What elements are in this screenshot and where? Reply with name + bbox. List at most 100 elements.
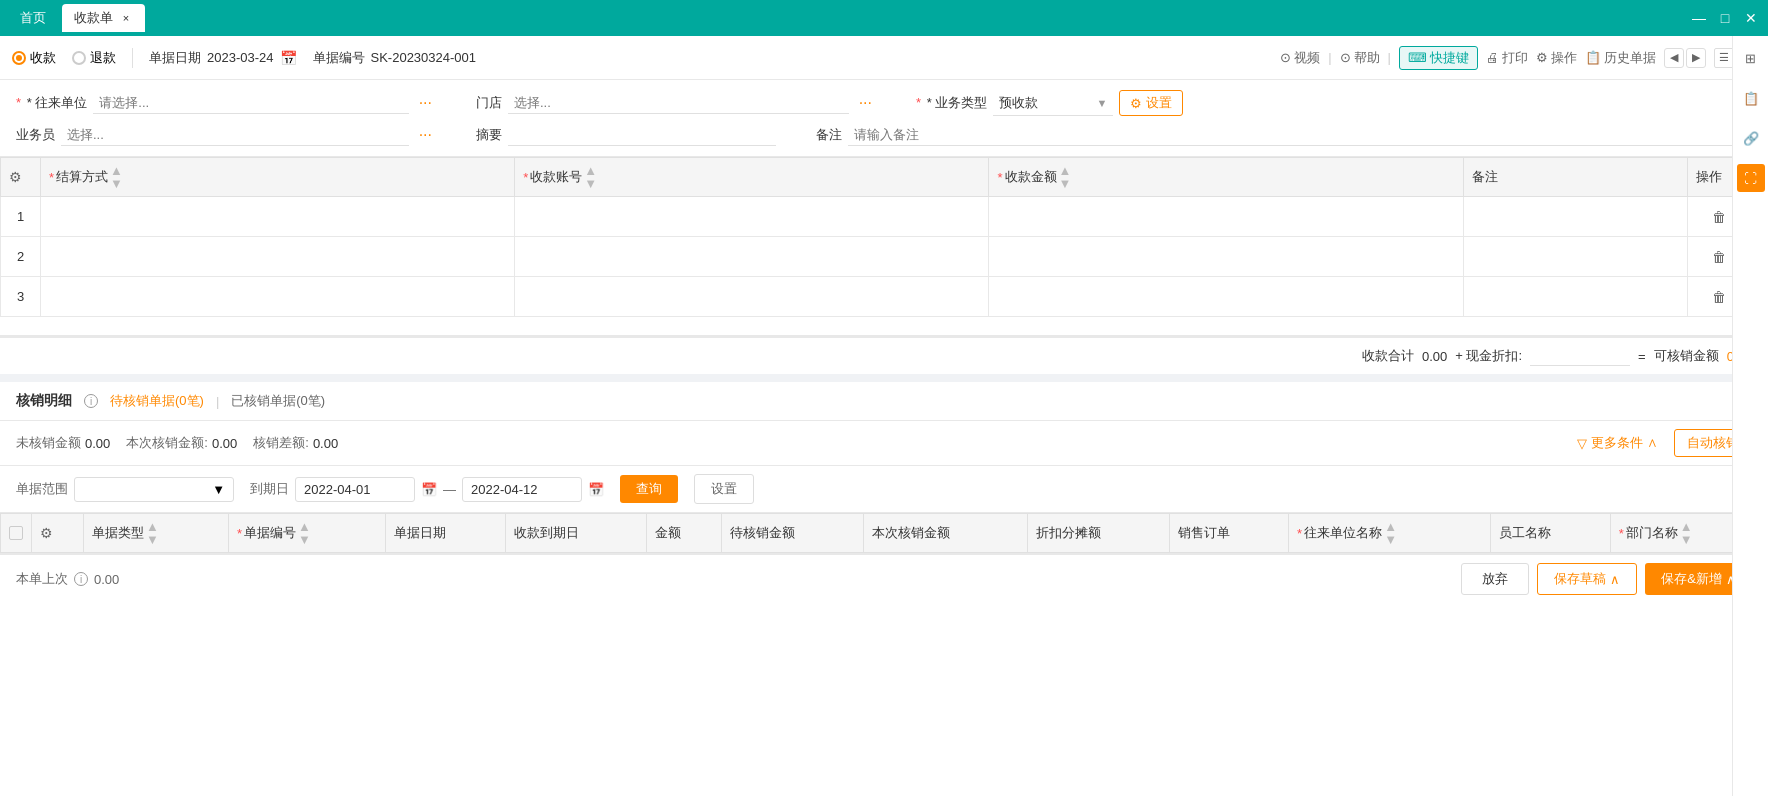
calendar-from-icon[interactable]: 📅 — [421, 482, 437, 497]
filter-icon: ▽ — [1577, 436, 1587, 451]
minimize-button[interactable]: — — [1690, 9, 1708, 27]
table-settings-icon[interactable]: ⚙ — [9, 169, 22, 185]
hexiao-info-icon[interactable]: i — [84, 394, 98, 408]
th-amount: * 收款金额 ▲▼ — [989, 158, 1463, 197]
done-tab-link[interactable]: 已核销单据(0笔) — [231, 392, 325, 410]
row-amount[interactable] — [989, 277, 1463, 317]
footer-info: 本单上次 i 0.00 — [16, 570, 119, 588]
table2-settings-icon[interactable]: ⚙ — [40, 525, 53, 541]
staff-input[interactable] — [61, 124, 409, 146]
form-row-1: * * 往来单位 ··· 门店 ··· * * 业务类型 预收款 — [16, 90, 1752, 116]
counterparty-input[interactable] — [93, 92, 408, 114]
sidebar-table-btn[interactable]: ⊞ — [1737, 44, 1765, 72]
business-type-field: * * 业务类型 预收款 ▼ ⚙ 设置 — [916, 90, 1752, 116]
th-pending: 待核销金额 — [721, 514, 863, 553]
view-list[interactable]: ☰ — [1714, 48, 1734, 68]
row-settlement[interactable] — [41, 237, 515, 277]
summary-field: 摘要 — [476, 124, 776, 146]
top-toolbar: 收款 退款 单据日期 2023-03-24 📅 单据编号 SK-20230324… — [0, 36, 1768, 80]
date-calendar-icon[interactable]: 📅 — [280, 50, 297, 66]
close-button[interactable]: ✕ — [1742, 9, 1760, 27]
nav-next[interactable]: ▶ — [1686, 48, 1706, 68]
setting-btn2[interactable]: 设置 — [694, 474, 754, 504]
radio-receipt-circle — [12, 51, 26, 65]
row-settlement[interactable] — [41, 197, 515, 237]
restore-button[interactable]: □ — [1716, 9, 1734, 27]
query-btn[interactable]: 查询 — [620, 475, 678, 503]
radio-receipt[interactable]: 收款 — [12, 49, 56, 67]
current-value: 0.00 — [212, 436, 237, 451]
row-amount[interactable] — [989, 197, 1463, 237]
date-label: 单据日期 — [149, 49, 201, 67]
row-account[interactable] — [515, 197, 989, 237]
date-to-input[interactable] — [462, 477, 582, 502]
hexiao-header: 核销明细 i 待核销单据(0笔) | 已核销单据(0笔) — [0, 382, 1768, 421]
th-date: 单据日期 — [386, 514, 505, 553]
tab-receipt-label: 收款单 — [74, 9, 113, 27]
save-draft-label: 保存草稿 — [1554, 570, 1606, 588]
number-value: SK-20230324-001 — [371, 50, 477, 65]
date-from-input[interactable] — [295, 477, 415, 502]
row-delete-icon[interactable]: 🗑 — [1712, 289, 1726, 305]
row-remark[interactable] — [1463, 197, 1687, 237]
tab-receipt[interactable]: 收款单 × — [62, 4, 145, 32]
radio-receipt-label: 收款 — [30, 49, 56, 67]
range-select[interactable]: ▼ — [74, 477, 234, 502]
summary-row: 收款合计 0.00 + 现金折扣: = 可核销金额 0.00 — [0, 337, 1768, 374]
tab-close-receipt[interactable]: × — [119, 11, 133, 25]
discount-label: + 现金折扣: — [1455, 347, 1522, 365]
pending-tab-link[interactable]: 待核销单据(0笔) — [110, 392, 204, 410]
row-delete-icon[interactable]: 🗑 — [1712, 249, 1726, 265]
remark-field: 备注 — [816, 124, 1752, 146]
staff-more-btn[interactable]: ··· — [415, 126, 436, 144]
row-settlement[interactable] — [41, 277, 515, 317]
row-remark[interactable] — [1463, 277, 1687, 317]
tab-home[interactable]: 首页 — [8, 4, 58, 32]
sidebar-link-btn[interactable]: 🔗 — [1737, 124, 1765, 152]
table-row: 1 🗑 ⊕ — [1, 197, 1768, 237]
help-btn[interactable]: ⊙ 帮助 — [1340, 49, 1380, 67]
calendar-to-icon[interactable]: 📅 — [588, 482, 604, 497]
video-btn[interactable]: ⊙ 视频 — [1280, 49, 1320, 67]
summary-input[interactable] — [508, 124, 776, 146]
sidebar-expand-btn[interactable]: ⛶ — [1737, 164, 1765, 192]
settings-gear-icon: ⚙ — [1130, 96, 1142, 111]
ops-label: 操作 — [1551, 49, 1577, 67]
history-btn[interactable]: 📋 历史单据 — [1585, 49, 1656, 67]
row-amount[interactable] — [989, 237, 1463, 277]
row-remark[interactable] — [1463, 237, 1687, 277]
bottom-table-section: ⚙ 单据类型▲▼ *单据编号▲▼ 单据日期 收款到期日 金额 待核销金额 本次核… — [0, 513, 1768, 553]
history-icon: 📋 — [1585, 50, 1601, 65]
footer-info-icon[interactable]: i — [74, 572, 88, 586]
tab-bar: 首页 收款单 × — □ ✕ — [0, 0, 1768, 36]
abandon-btn[interactable]: 放弃 — [1461, 563, 1529, 595]
store-input[interactable] — [508, 92, 849, 114]
nav-prev[interactable]: ◀ — [1664, 48, 1684, 68]
more-conditions-btn[interactable]: ▽ 更多条件 ∧ — [1577, 434, 1658, 452]
discount-input[interactable] — [1530, 346, 1630, 366]
radio-refund-circle — [72, 51, 86, 65]
counterparty-more-btn[interactable]: ··· — [415, 94, 436, 112]
save-draft-btn[interactable]: 保存草稿 ∧ — [1537, 563, 1637, 595]
row-num: 3 — [1, 277, 41, 317]
print-label: 打印 — [1502, 49, 1528, 67]
th-type: 单据类型▲▼ — [83, 514, 228, 553]
remark-input[interactable] — [848, 124, 1752, 146]
row-delete-icon[interactable]: 🗑 — [1712, 209, 1726, 225]
type-radio-group: 收款 退款 — [12, 49, 116, 67]
print-btn[interactable]: 🖨 打印 — [1486, 49, 1528, 67]
table-row: 2 🗑 ⊕ — [1, 237, 1768, 277]
radio-refund[interactable]: 退款 — [72, 49, 116, 67]
row-account[interactable] — [515, 237, 989, 277]
row-account[interactable] — [515, 277, 989, 317]
ops-btn[interactable]: ⚙ 操作 — [1536, 49, 1577, 67]
row-num: 1 — [1, 197, 41, 237]
select-all-checkbox[interactable] — [9, 526, 23, 540]
store-more-btn[interactable]: ··· — [855, 94, 876, 112]
sidebar-document-btn[interactable]: 📋 — [1737, 84, 1765, 112]
th-settings-2: ⚙ — [32, 514, 84, 553]
th-sales-order: 销售订单 — [1169, 514, 1288, 553]
business-settings-btn[interactable]: ⚙ 设置 — [1119, 90, 1183, 116]
shortcut-btn[interactable]: ⌨ 快捷键 — [1399, 46, 1478, 70]
business-type-select[interactable]: 预收款 ▼ — [993, 91, 1113, 116]
